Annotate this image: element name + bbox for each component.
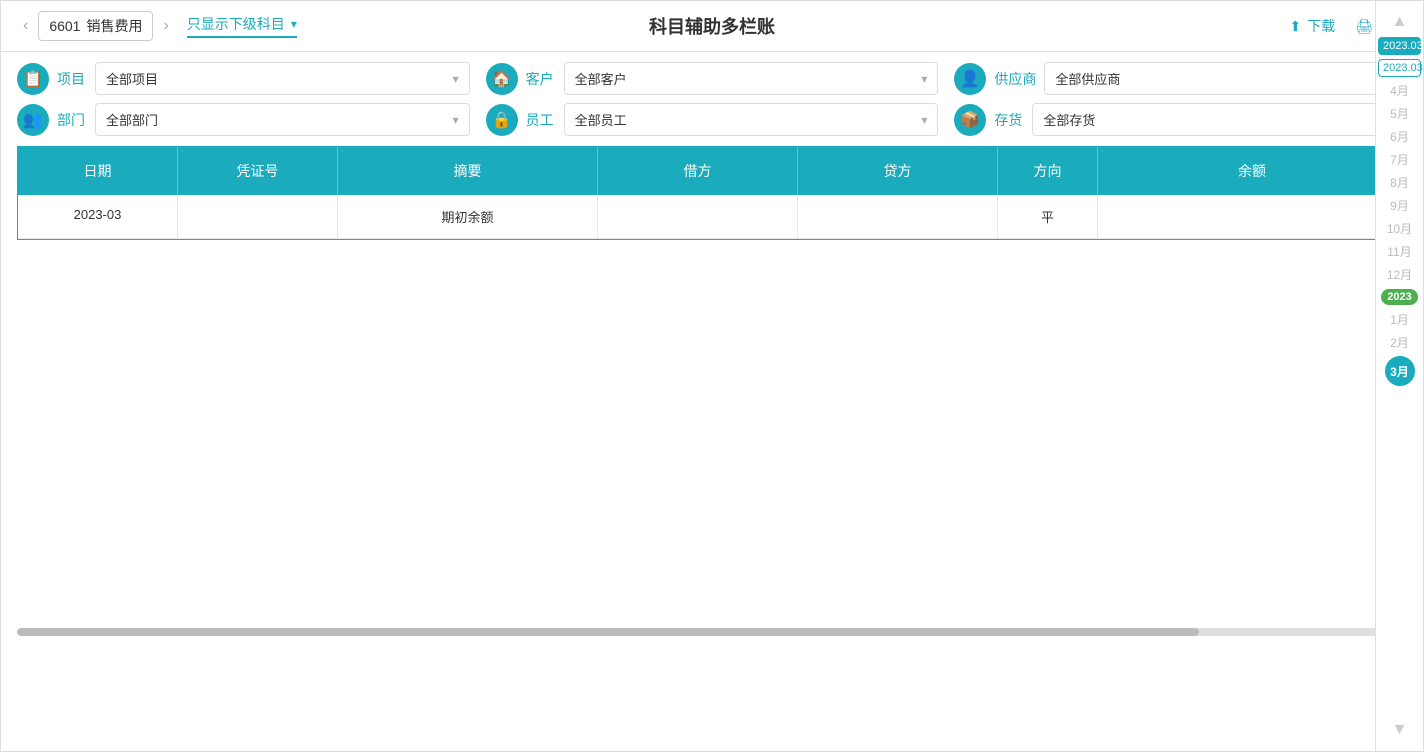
timeline-down-arrow[interactable]: ▼ bbox=[1388, 717, 1412, 743]
next-account-button[interactable]: › bbox=[157, 15, 174, 37]
print-icon: 🖨 bbox=[1355, 18, 1373, 35]
chevron-down-icon: ▾ bbox=[291, 17, 297, 31]
table-row: 2023-03 期初余额 平 bbox=[18, 195, 1406, 239]
prev-account-button[interactable]: ‹ bbox=[17, 15, 34, 37]
col-voucher: 凭证号 bbox=[178, 147, 338, 195]
filter-row-2: 👥 部门 全部部门 ▾ 🔒 员工 全部员工 ▾ 📦 存货 全部存货 bbox=[17, 103, 1407, 136]
filter-inventory: 📦 存货 全部存货 ▾ bbox=[954, 103, 1407, 136]
timeline-month-4[interactable]: 4月 bbox=[1376, 79, 1423, 102]
show-sub-label: 只显示下级科目 bbox=[187, 14, 285, 34]
chevron-down-icon: ▾ bbox=[921, 113, 927, 127]
customer-icon: 🏠 bbox=[486, 63, 518, 95]
filter-employee: 🔒 员工 全部员工 ▾ bbox=[486, 103, 939, 136]
timeline-month-5[interactable]: 5月 bbox=[1376, 102, 1423, 125]
period-badge-1[interactable]: 2023.03 bbox=[1378, 37, 1421, 55]
cell-balance bbox=[1098, 195, 1406, 238]
project-select[interactable]: 全部项目 ▾ bbox=[95, 62, 470, 95]
timeline-month-10[interactable]: 10月 bbox=[1376, 217, 1423, 240]
cell-credit bbox=[798, 195, 998, 238]
table-header: 日期 凭证号 摘要 借方 贷方 方向 余额 bbox=[18, 147, 1406, 195]
main-window: ✕ ‹ 6601 销售费用 › 只显示下级科目 ▾ 科目辅助多栏账 ⬆ 下载 🖨… bbox=[0, 0, 1424, 752]
timeline-month-7[interactable]: 7月 bbox=[1376, 148, 1423, 171]
show-sub-toggle[interactable]: 只显示下级科目 ▾ bbox=[187, 14, 297, 38]
col-date: 日期 bbox=[18, 147, 178, 195]
col-balance: 余额 bbox=[1098, 147, 1406, 195]
timeline-month-3-selected[interactable]: 3月 bbox=[1385, 356, 1415, 386]
employee-label: 员工 bbox=[526, 110, 556, 130]
department-select[interactable]: 全部部门 ▾ bbox=[95, 103, 470, 136]
employee-icon: 🔒 bbox=[486, 104, 518, 136]
supplier-value: 全部供应商 bbox=[1055, 69, 1120, 88]
chevron-down-icon: ▾ bbox=[453, 113, 459, 127]
horizontal-scrollbar[interactable] bbox=[17, 628, 1407, 636]
inventory-select[interactable]: 全部存货 ▾ bbox=[1032, 103, 1407, 136]
filter-customer: 🏠 客户 全部客户 ▾ bbox=[486, 62, 939, 95]
account-name-text: 销售费用 bbox=[86, 16, 142, 36]
timeline-month-12[interactable]: 12月 bbox=[1376, 263, 1423, 286]
filter-area: 📋 项目 全部项目 ▾ 🏠 客户 全部客户 ▾ 👤 供应商 全部供应 bbox=[1, 52, 1423, 146]
download-label: 下载 bbox=[1307, 16, 1335, 36]
filter-supplier: 👤 供应商 全部供应商 ▾ bbox=[954, 62, 1407, 95]
cell-direction: 平 bbox=[998, 195, 1098, 238]
empty-content-area bbox=[1, 240, 1423, 620]
chevron-down-icon: ▾ bbox=[453, 72, 459, 86]
department-icon: 👥 bbox=[17, 104, 49, 136]
timeline-month-9[interactable]: 9月 bbox=[1376, 194, 1423, 217]
timeline-month-6[interactable]: 6月 bbox=[1376, 125, 1423, 148]
col-credit: 贷方 bbox=[798, 147, 998, 195]
timeline-month-11[interactable]: 11月 bbox=[1376, 240, 1423, 263]
supplier-label: 供应商 bbox=[994, 69, 1036, 89]
cell-date: 2023-03 bbox=[18, 195, 178, 238]
project-label: 项目 bbox=[57, 69, 87, 89]
filter-department: 👥 部门 全部部门 ▾ bbox=[17, 103, 470, 136]
top-toolbar: ‹ 6601 销售费用 › 只显示下级科目 ▾ 科目辅助多栏账 ⬆ 下载 🖨 打… bbox=[1, 1, 1423, 52]
year-label-2023[interactable]: 2023 bbox=[1381, 289, 1417, 305]
chevron-down-icon: ▾ bbox=[921, 72, 927, 86]
table-body: 2023-03 期初余额 平 bbox=[18, 195, 1406, 239]
customer-label: 客户 bbox=[526, 69, 556, 89]
inventory-icon: 📦 bbox=[954, 104, 986, 136]
col-direction: 方向 bbox=[998, 147, 1098, 195]
cell-summary: 期初余额 bbox=[338, 195, 598, 238]
project-icon: 📋 bbox=[17, 63, 49, 95]
timeline-month-1[interactable]: 1月 bbox=[1376, 308, 1423, 331]
cell-debit bbox=[598, 195, 798, 238]
ledger-table: 日期 凭证号 摘要 借方 贷方 方向 余额 2023-03 期初余额 平 bbox=[17, 146, 1407, 240]
employee-value: 全部员工 bbox=[575, 110, 627, 129]
account-selector[interactable]: 6601 销售费用 bbox=[38, 11, 153, 41]
col-debit: 借方 bbox=[598, 147, 798, 195]
customer-value: 全部客户 bbox=[575, 69, 627, 88]
customer-select[interactable]: 全部客户 ▾ bbox=[564, 62, 939, 95]
timeline-up-arrow[interactable]: ▲ bbox=[1388, 9, 1412, 35]
period-badge-2[interactable]: 2023.03 bbox=[1378, 59, 1421, 77]
supplier-icon: 👤 bbox=[954, 63, 986, 95]
timeline-sidebar: ▲ 2023.03 2023.03 4月 5月 6月 7月 8月 9月 10月 … bbox=[1375, 1, 1423, 751]
filter-project: 📋 项目 全部项目 ▾ bbox=[17, 62, 470, 95]
cell-voucher bbox=[178, 195, 338, 238]
project-value: 全部项目 bbox=[106, 69, 158, 88]
supplier-select[interactable]: 全部供应商 ▾ bbox=[1044, 62, 1407, 95]
timeline-month-8[interactable]: 8月 bbox=[1376, 171, 1423, 194]
download-button[interactable]: ⬆ 下载 bbox=[1289, 16, 1335, 36]
filter-row-1: 📋 项目 全部项目 ▾ 🏠 客户 全部客户 ▾ 👤 供应商 全部供应 bbox=[17, 62, 1407, 95]
employee-select[interactable]: 全部员工 ▾ bbox=[564, 103, 939, 136]
inventory-value: 全部存货 bbox=[1043, 110, 1095, 129]
department-value: 全部部门 bbox=[106, 110, 158, 129]
timeline-month-2[interactable]: 2月 bbox=[1376, 331, 1423, 354]
download-icon: ⬆ bbox=[1289, 18, 1301, 35]
page-title: 科目辅助多栏账 bbox=[649, 13, 775, 39]
department-label: 部门 bbox=[57, 110, 87, 130]
scrollbar-thumb bbox=[17, 628, 1199, 636]
col-summary: 摘要 bbox=[338, 147, 598, 195]
account-code-text: 6601 bbox=[49, 18, 80, 34]
inventory-label: 存货 bbox=[994, 110, 1024, 130]
